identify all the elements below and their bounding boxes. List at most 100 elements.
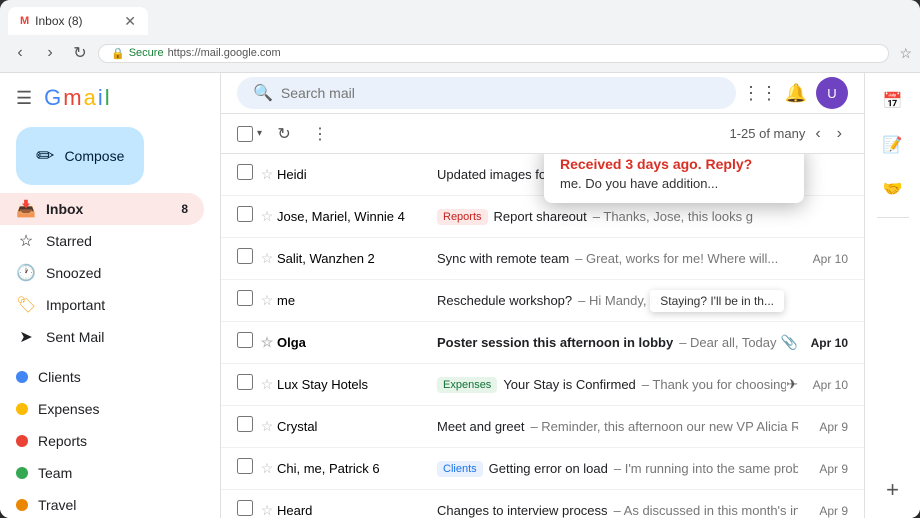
sender-name: Heard xyxy=(277,503,437,518)
overlay-text: Staying? I'll be in th... xyxy=(650,290,784,312)
sidebar-item-expenses[interactable]: Expenses xyxy=(0,393,204,425)
email-checkbox[interactable] xyxy=(237,458,257,479)
email-checkbox[interactable] xyxy=(237,332,257,353)
sidebar-item-travel[interactable]: Travel xyxy=(0,489,204,518)
travel-label: Travel xyxy=(38,497,76,513)
next-page-button[interactable]: › xyxy=(831,123,848,145)
star-button[interactable]: ☆ xyxy=(257,334,277,351)
table-row[interactable]: ☆ Salit, Wanzhen 2 Sync with remote team… xyxy=(221,238,864,280)
email-checkbox[interactable] xyxy=(237,416,257,437)
table-row[interactable]: ☆ Heard Changes to interview process – A… xyxy=(221,490,864,518)
table-row[interactable]: ☆ Olga Poster session this afternoon in … xyxy=(221,322,864,364)
right-sidebar-meet-button[interactable]: 🤝 xyxy=(873,169,913,209)
plane-icon: ✈ xyxy=(786,376,798,393)
important-label: Important xyxy=(46,297,105,313)
email-content: Meet and greet – Reminder, this afternoo… xyxy=(437,419,798,434)
url-bar[interactable]: 🔒 Secure https://mail.google.com xyxy=(98,44,889,63)
search-icon: 🔍 xyxy=(253,83,273,103)
tab-bar: M Inbox (8) ✕ xyxy=(0,0,920,36)
star-button[interactable]: ☆ xyxy=(257,502,277,518)
star-button[interactable]: ☆ xyxy=(257,166,277,183)
email-date: Apr 10 xyxy=(798,252,848,266)
right-sidebar-divider xyxy=(877,217,909,218)
bookmark-button[interactable]: ☆ xyxy=(899,45,912,62)
avatar[interactable]: U xyxy=(816,77,848,109)
email-content: Sync with remote team – Great, works for… xyxy=(437,251,798,266)
email-list: ☆ Heidi Updated images for website – Hi!… xyxy=(221,154,864,518)
label-chip: Expenses xyxy=(437,377,497,393)
select-all-checkbox[interactable] xyxy=(237,126,253,142)
sender-name: Crystal xyxy=(277,419,437,434)
email-checkbox[interactable] xyxy=(237,248,257,269)
sidebar-item-team[interactable]: Team xyxy=(0,457,204,489)
email-checkbox[interactable] xyxy=(237,290,257,311)
sidebar-item-sent[interactable]: ➤ Sent Mail xyxy=(0,321,204,353)
sidebar-item-starred[interactable]: ☆ Starred xyxy=(0,225,204,257)
right-sidebar-calendar-button[interactable]: 📅 xyxy=(873,81,913,121)
snoozed-label: Snoozed xyxy=(46,265,101,281)
star-button[interactable]: ☆ xyxy=(257,250,277,267)
sender-name: Lux Stay Hotels xyxy=(277,377,437,392)
tooltip-line1: Received 3 days ago. Reply? xyxy=(560,156,788,172)
email-subject: Poster session this afternoon in lobby xyxy=(437,335,673,350)
reports-label: Reports xyxy=(38,433,87,449)
logo-l: l xyxy=(105,85,110,111)
browser-window: M Inbox (8) ✕ ‹ › ↻ 🔒 Secure https://mai… xyxy=(0,0,920,518)
sidebar-item-important[interactable]: 🏷 Important xyxy=(0,289,204,321)
active-tab[interactable]: M Inbox (8) ✕ xyxy=(8,7,148,35)
star-button[interactable]: ☆ xyxy=(257,460,277,477)
gmail-body: ☰ Gmail ✏ Compose 📥 Inbox 8 ☆ Starred 🕐 … xyxy=(0,73,920,518)
email-content: Expenses Your Stay is Confirmed – Thank … xyxy=(437,377,786,393)
table-row[interactable]: ☆ me Reschedule workshop? – Hi Mandy, I'… xyxy=(221,280,864,322)
label-chip: Clients xyxy=(437,461,483,477)
email-subject: Reschedule workshop? xyxy=(437,293,572,308)
email-checkbox[interactable] xyxy=(237,374,257,395)
notifications-button[interactable]: 🔔 xyxy=(780,77,812,109)
sidebar-item-clients[interactable]: Clients xyxy=(0,361,204,393)
logo-g: G xyxy=(44,85,61,111)
table-row[interactable]: ☆ Heidi Updated images for website – Hi!… xyxy=(221,154,864,196)
email-subject: Report shareout xyxy=(494,209,587,224)
star-button[interactable]: ☆ xyxy=(257,376,277,393)
star-button[interactable]: ☆ xyxy=(257,418,277,435)
sidebar-item-reports[interactable]: Reports xyxy=(0,425,204,457)
table-row[interactable]: ☆ Crystal Meet and greet – Reminder, thi… xyxy=(221,406,864,448)
email-checkbox[interactable] xyxy=(237,500,257,518)
compose-label: Compose xyxy=(64,148,124,164)
email-checkbox[interactable] xyxy=(237,164,257,185)
sent-icon: ➤ xyxy=(16,327,36,347)
star-button[interactable]: ☆ xyxy=(257,208,277,225)
star-button[interactable]: ☆ xyxy=(257,292,277,309)
sidebar-item-inbox[interactable]: 📥 Inbox 8 xyxy=(0,193,204,225)
tab-close-button[interactable]: ✕ xyxy=(124,13,136,30)
hamburger-menu-button[interactable]: ☰ xyxy=(16,88,32,109)
forward-button[interactable]: › xyxy=(38,41,62,65)
table-row[interactable]: ☆ Chi, me, Patrick 6 Clients Getting err… xyxy=(221,448,864,490)
sender-name: Chi, me, Patrick 6 xyxy=(277,461,437,476)
sidebar-header: ☰ Gmail xyxy=(0,77,220,119)
prev-page-button[interactable]: ‹ xyxy=(809,123,826,145)
right-sidebar-add-button[interactable]: + xyxy=(873,470,913,510)
refresh-button[interactable]: ↻ xyxy=(68,41,92,65)
table-row[interactable]: ☆ Lux Stay Hotels Expenses Your Stay is … xyxy=(221,364,864,406)
select-dropdown-arrow[interactable]: ▾ xyxy=(257,128,262,139)
apps-button[interactable]: ⋮⋮ xyxy=(744,77,776,109)
sidebar-item-snoozed[interactable]: 🕐 Snoozed xyxy=(0,257,204,289)
pagination: 1-25 of many ‹ › xyxy=(729,123,848,145)
more-actions-button[interactable]: ⋮ xyxy=(306,120,334,148)
refresh-emails-button[interactable]: ↻ xyxy=(270,120,298,148)
sender-name: Jose, Mariel, Winnie 4 xyxy=(277,209,437,224)
right-sidebar: 📅 📝 🤝 + xyxy=(864,73,920,518)
search-input[interactable] xyxy=(281,85,720,101)
tab-favicon: M xyxy=(20,15,29,27)
back-button[interactable]: ‹ xyxy=(8,41,32,65)
email-preview: – Great, works for me! Where will... xyxy=(575,251,778,266)
email-content: Clients Getting error on load – I'm runn… xyxy=(437,461,798,477)
logo-a: a xyxy=(84,85,96,111)
right-sidebar-notes-button[interactable]: 📝 xyxy=(873,125,913,165)
email-checkbox[interactable] xyxy=(237,206,257,227)
search-bar[interactable]: 🔍 xyxy=(237,77,736,109)
email-content: Reports Report shareout – Thanks, Jose, … xyxy=(437,209,798,225)
compose-button[interactable]: ✏ Compose xyxy=(16,127,144,185)
email-preview: – Reminder, this afternoon our new VP Al… xyxy=(530,419,798,434)
